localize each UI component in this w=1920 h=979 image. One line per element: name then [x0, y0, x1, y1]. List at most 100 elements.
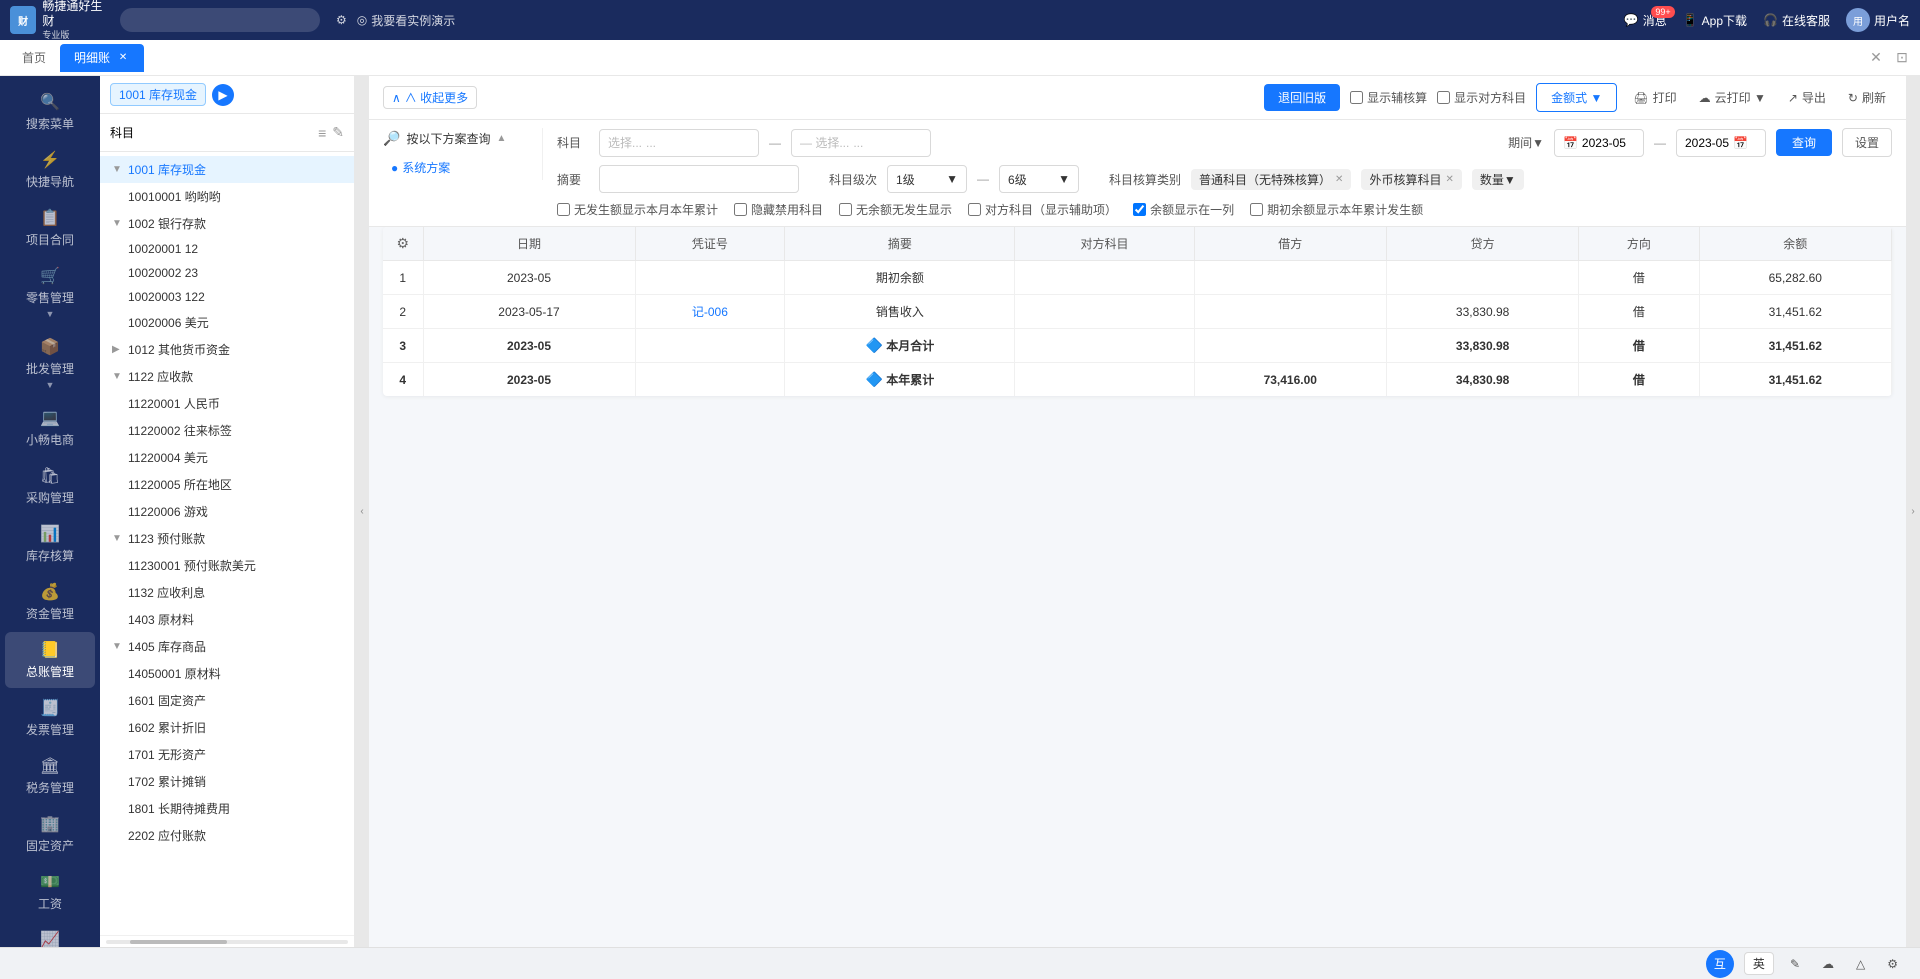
show-assist-checkbox[interactable]: 显示辅核算 [1350, 89, 1427, 106]
tab-home[interactable]: 首页 [8, 44, 60, 72]
tree-panel-collapse-handle[interactable]: ‹ [355, 76, 369, 947]
sidebar-item-invoice[interactable]: 🧾 发票管理 [5, 690, 95, 746]
tree-node-1012[interactable]: ▶ 1012 其他货币资金 [100, 336, 354, 363]
sidebar-item-purchase[interactable]: 🛍 采购管理 [5, 458, 95, 514]
bottom-icon2[interactable]: ☁ [1816, 953, 1840, 975]
sidebar-item-search[interactable]: 🔍 搜索菜单 [5, 84, 95, 140]
tree-node-11220004[interactable]: 11220004 美元 [100, 444, 354, 471]
tree-node-11230001[interactable]: 11230001 预付账款美元 [100, 552, 354, 579]
tree-node-10020003[interactable]: 10020003 122 [100, 285, 354, 309]
tree-node-10020006[interactable]: 10020006 美元 [100, 309, 354, 336]
cb-balance-one-row[interactable]: 余额显示在一列 [1133, 201, 1234, 218]
tree-scrollbar-area[interactable] [100, 935, 354, 947]
tree-list-icon[interactable]: ≡ [318, 125, 326, 141]
tree-node-10010001[interactable]: 10010001 哟哟哟 [100, 183, 354, 210]
tree-node-1001[interactable]: ▼ 1001 库存现金 [100, 156, 354, 183]
sidebar-item-retail[interactable]: 🛒 零售管理 ▼ [5, 258, 95, 327]
show-opposite-checkbox[interactable]: 显示对方科目 [1437, 89, 1526, 106]
tree-node-14050001[interactable]: 14050001 原材料 [100, 660, 354, 687]
tag1-close[interactable]: ✕ [1335, 174, 1343, 185]
sidebar-item-nav[interactable]: ⚡ 快捷导航 [5, 142, 95, 198]
tree-node-1405[interactable]: ▼ 1405 库存商品 [100, 633, 354, 660]
settings-button[interactable]: 设置 [1842, 128, 1892, 157]
tree-node-11220006[interactable]: 11220006 游戏 [100, 498, 354, 525]
sidebar-item-capital[interactable]: 💰 资金管理 [5, 574, 95, 630]
tab-close-btn[interactable]: ✕ [1866, 48, 1886, 68]
voucher-link[interactable]: 记-006 [692, 305, 728, 319]
bottom-icon3[interactable]: △ [1850, 953, 1871, 975]
tree-node-2202[interactable]: 2202 应付账款 [100, 822, 354, 849]
search-input[interactable] [120, 8, 320, 32]
cb-no-amount-input[interactable] [557, 203, 570, 216]
service-btn[interactable]: 🎧 在线客服 [1763, 12, 1830, 29]
sidebar-item-ledger[interactable]: 📒 总账管理 [5, 632, 95, 688]
cb-no-balance[interactable]: 无余额无发生显示 [839, 201, 952, 218]
cb-hide-disabled-input[interactable] [734, 203, 747, 216]
app-download-btn[interactable]: 📱 App下载 [1683, 12, 1747, 29]
sidebar-item-wholesale[interactable]: 📦 批发管理 ▼ [5, 329, 95, 398]
amount-format-btn[interactable]: 金额式 ▼ [1536, 83, 1617, 112]
bottom-icon1[interactable]: ✎ [1784, 953, 1806, 975]
cb-opening[interactable]: 期初余额显示本年累计发生额 [1250, 201, 1423, 218]
show-assist-input[interactable] [1350, 91, 1363, 104]
print-btn[interactable]: 🖨 打印 [1627, 85, 1682, 110]
tab-restore-btn[interactable]: ⊡ [1892, 48, 1912, 68]
user-btn[interactable]: 用 用户名 [1846, 8, 1910, 32]
message-btn[interactable]: 💬 消息 99+ [1624, 12, 1667, 29]
demo-link[interactable]: ◎ 我要看实例演示 [357, 12, 456, 29]
tree-node-1122[interactable]: ▼ 1122 应收款 [100, 363, 354, 390]
sidebar-item-operations[interactable]: 📈 经营管理 [5, 922, 95, 947]
show-opposite-input[interactable] [1437, 91, 1450, 104]
sidebar-item-ecommerce[interactable]: 💻 小畅电商 [5, 400, 95, 456]
tag2-close[interactable]: ✕ [1445, 174, 1453, 185]
tree-node-1132[interactable]: 1132 应收利息 [100, 579, 354, 606]
bottom-icon4[interactable]: ⚙ [1881, 953, 1904, 975]
back-old-btn[interactable]: 退回旧版 [1264, 84, 1340, 111]
summary-input[interactable] [599, 165, 799, 193]
period-label[interactable]: 期间▼ [1508, 134, 1544, 151]
tree-nav-button[interactable]: ▶ [212, 84, 234, 106]
tree-node-1701[interactable]: 1701 无形资产 [100, 741, 354, 768]
subject-type-tag2[interactable]: 外币核算科目 ✕ [1361, 169, 1461, 190]
tree-node-11220002[interactable]: 11220002 往来标签 [100, 417, 354, 444]
cb-opening-input[interactable] [1250, 203, 1263, 216]
cb-hide-disabled[interactable]: 隐藏禁用科目 [734, 201, 823, 218]
cb-opposite-input[interactable] [968, 203, 981, 216]
period-end-input[interactable]: 2023-05 📅 [1676, 129, 1766, 157]
tree-scrollbar-thumb[interactable] [130, 940, 227, 944]
tree-scrollbar[interactable] [106, 940, 348, 944]
sidebar-item-project[interactable]: 📋 项目合同 [5, 200, 95, 256]
sidebar-item-tax[interactable]: 🏛 税务管理 [5, 748, 95, 804]
sidebar-item-inventory[interactable]: 📊 库存核算 [5, 516, 95, 572]
tree-node-1601[interactable]: 1601 固定资产 [100, 687, 354, 714]
cb-balance-one-row-input[interactable] [1133, 203, 1146, 216]
subject-type-tag3[interactable]: 数量▼ [1472, 169, 1524, 190]
tree-node-1702[interactable]: 1702 累计摊销 [100, 768, 354, 795]
tab-ledger[interactable]: 明细账 ✕ [60, 44, 144, 72]
settings-icon-btn[interactable]: ⚙ [336, 13, 347, 27]
tab-ledger-close[interactable]: ✕ [116, 51, 130, 65]
level-to-select[interactable]: 6级 ▼ [999, 165, 1079, 193]
subject-type-tag1[interactable]: 普通科目（无特殊核算） ✕ [1191, 169, 1351, 190]
level-from-select[interactable]: 1级 ▼ [887, 165, 967, 193]
subject-input2[interactable]: — 选择... ... [791, 129, 931, 157]
bottom-lang-btn[interactable]: 英 [1744, 952, 1774, 975]
sidebar-item-fixed-assets[interactable]: 🏢 固定资产 [5, 806, 95, 862]
system-method-btn[interactable]: ● 系统方案 [383, 155, 530, 180]
right-panel-expand-handle[interactable]: › [1906, 76, 1920, 947]
cloud-print-btn[interactable]: ☁ 云打印 ▼ [1693, 85, 1772, 110]
tree-node-1801[interactable]: 1801 长期待摊费用 [100, 795, 354, 822]
tree-node-10020001[interactable]: 10020001 12 [100, 237, 354, 261]
refresh-btn[interactable]: ↻ 刷新 [1842, 85, 1892, 110]
export-btn[interactable]: ↗ 导出 [1782, 85, 1832, 110]
tree-edit-icon[interactable]: ✎ [332, 124, 344, 141]
tree-node-1123[interactable]: ▼ 1123 预付账款 [100, 525, 354, 552]
cb-no-balance-input[interactable] [839, 203, 852, 216]
period-start-input[interactable]: 📅 2023-05 [1554, 129, 1644, 157]
query-button[interactable]: 查询 [1776, 129, 1832, 156]
subject-input[interactable]: 选择... ... [599, 129, 759, 157]
sidebar-item-salary[interactable]: 💵 工资 [5, 864, 95, 920]
table-settings-icon[interactable]: ⚙ [396, 235, 409, 251]
collapse-filter-btn[interactable]: ∧ ∧ 收起更多 [383, 86, 477, 109]
tree-node-1602[interactable]: 1602 累计折旧 [100, 714, 354, 741]
